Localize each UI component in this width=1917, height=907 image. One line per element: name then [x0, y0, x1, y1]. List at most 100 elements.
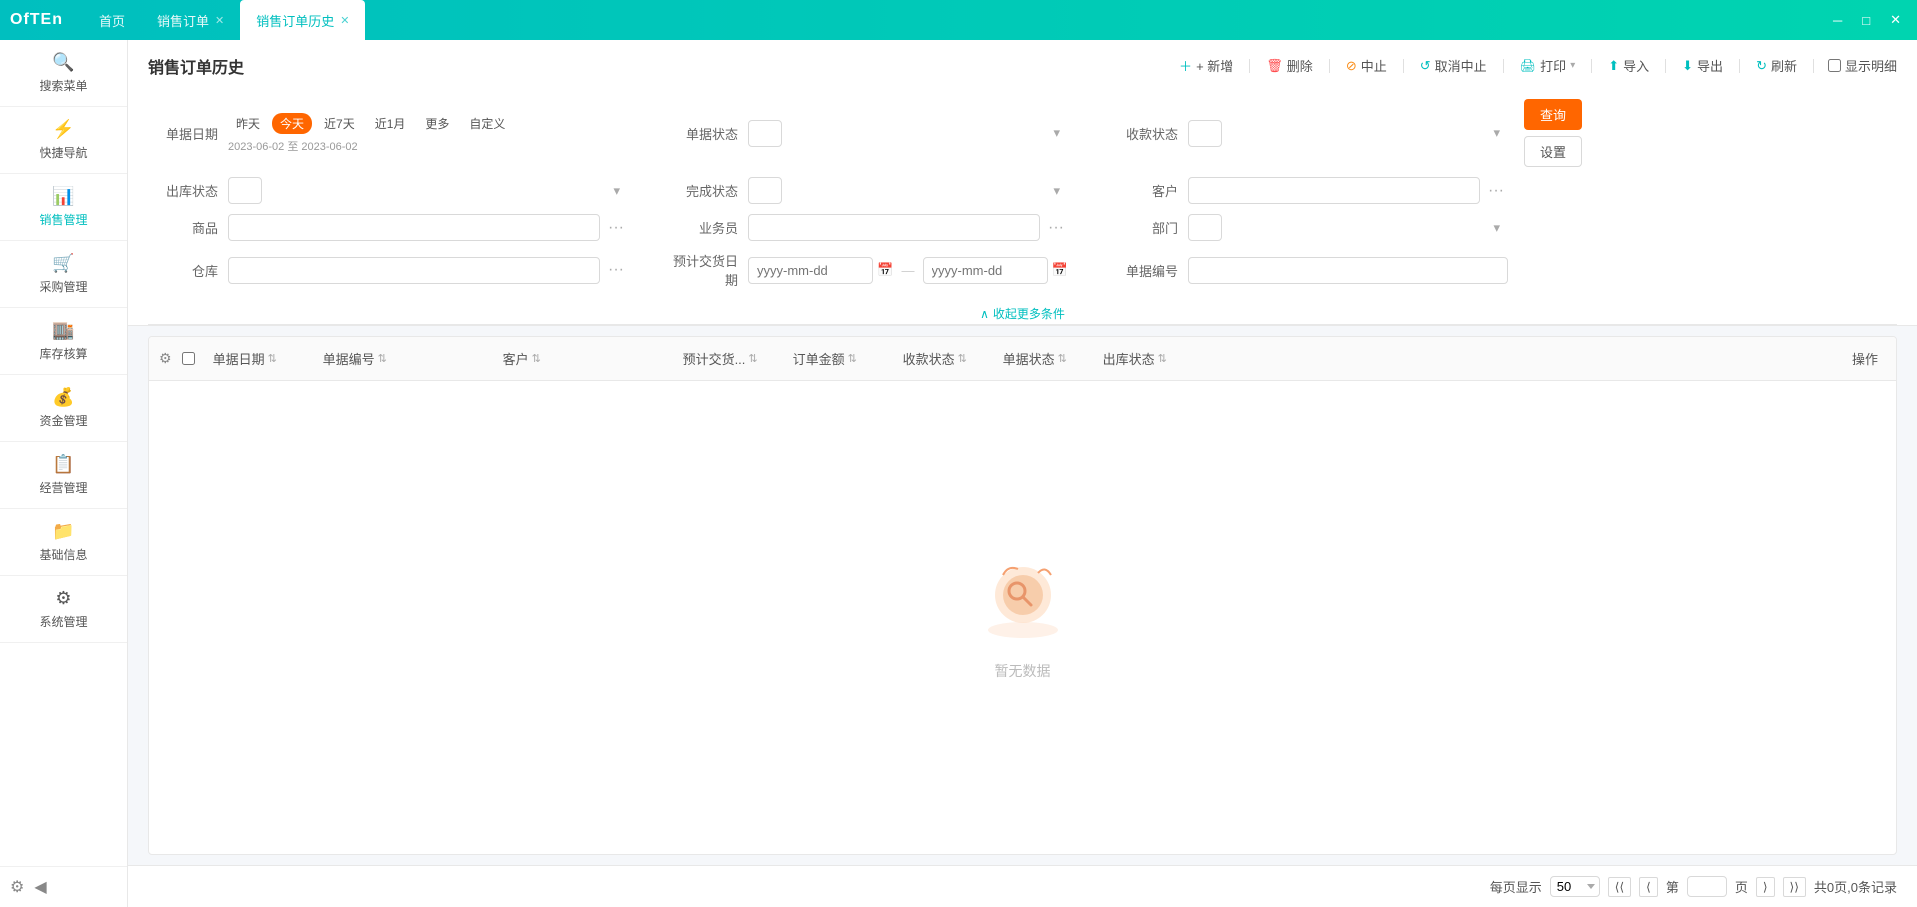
- sidebar-item-sys-mgmt[interactable]: ⚙系统管理: [0, 576, 127, 643]
- col-warehouse-status[interactable]: 出库状态 ⇅: [1095, 349, 1195, 368]
- table-settings-icon[interactable]: ⚙: [159, 350, 172, 367]
- next-page-btn[interactable]: ⟩: [1756, 877, 1775, 897]
- refresh-button[interactable]: ↻ 刷新: [1754, 52, 1799, 79]
- per-page-select[interactable]: 50 20 100: [1550, 876, 1600, 897]
- top-tab-销售订单[interactable]: 销售订单 ✕: [141, 0, 240, 40]
- sidebar-item-inventory[interactable]: 🏬库存核算: [0, 308, 127, 375]
- last-page-btn[interactable]: ⟩⟩: [1783, 877, 1806, 897]
- col-order-no[interactable]: 单据编号 ⇅: [315, 349, 495, 368]
- sales-person-input[interactable]: [748, 214, 1040, 241]
- date-btn-yesterday[interactable]: 昨天: [228, 113, 268, 134]
- sidebar-label-quick-nav: 快捷导航: [39, 144, 87, 161]
- top-tab-销售订单历史[interactable]: 销售订单历史 ✕: [240, 0, 365, 40]
- collapse-bar[interactable]: ∧ 收起更多条件: [148, 299, 1897, 324]
- customer-more-icon[interactable]: ···: [1484, 182, 1508, 200]
- page-unit-label: 页: [1735, 877, 1748, 896]
- show-detail-checkbox[interactable]: 显示明细: [1828, 56, 1897, 75]
- page-number-input[interactable]: 1: [1687, 876, 1727, 897]
- settings-button[interactable]: 设置: [1524, 136, 1582, 167]
- sidebar-item-sales-mgmt[interactable]: 📊销售管理: [0, 174, 127, 241]
- pagination: 每页显示 50 20 100 ⟨⟨ ⟨ 第 1 页 ⟩ ⟩⟩ 共0页,0条记录: [128, 865, 1917, 907]
- date-label: 单据日期: [148, 124, 228, 143]
- warehouse-input[interactable]: [228, 257, 600, 284]
- sidebar-icon-finance: 💰: [52, 387, 74, 408]
- sort-amount-icon: ⇅: [848, 352, 857, 365]
- bill-no-input[interactable]: [1188, 257, 1508, 284]
- date-btn-more[interactable]: 更多: [417, 113, 457, 134]
- top-tab-首页[interactable]: 首页: [83, 0, 141, 40]
- delivery-date-end[interactable]: [923, 257, 1048, 284]
- col-delivery[interactable]: 预计交货... ⇅: [675, 349, 785, 368]
- sidebar-item-search-menu[interactable]: 🔍搜索菜单: [0, 40, 127, 107]
- sort-receipt-icon: ⇅: [958, 352, 967, 365]
- sidebar-settings-icon[interactable]: ⚙: [10, 877, 24, 897]
- table-section: ⚙ 单据日期 ⇅ 单据编号 ⇅ 客户 ⇅ 预计交货... ⇅: [148, 336, 1897, 855]
- query-button[interactable]: 查询: [1524, 99, 1582, 130]
- collapse-chevron-icon: ∧: [980, 307, 989, 321]
- goods-more-icon[interactable]: ···: [604, 219, 628, 237]
- date-btn-7days[interactable]: 近7天: [316, 113, 363, 134]
- col-bill-status[interactable]: 单据状态 ⇅: [995, 349, 1095, 368]
- sales-person-more-icon[interactable]: ···: [1044, 219, 1068, 237]
- sidebar-item-basic-info[interactable]: 📁基础信息: [0, 509, 127, 576]
- close-window-icon[interactable]: ✕: [1884, 12, 1907, 28]
- sidebar-item-purchase-mgmt[interactable]: 🛒采购管理: [0, 241, 127, 308]
- stop-icon: ⊘: [1346, 58, 1357, 74]
- print-button[interactable]: 🖨 打印 ▾: [1518, 52, 1578, 79]
- prev-page-btn[interactable]: ⟨: [1639, 877, 1658, 897]
- cancel-stop-button[interactable]: ↺ 取消中止: [1418, 52, 1489, 79]
- col-date[interactable]: 单据日期 ⇅: [205, 349, 315, 368]
- customer-input[interactable]: [1188, 177, 1480, 204]
- per-page-label: 每页显示: [1490, 877, 1542, 896]
- stop-button[interactable]: ⊘ 中止: [1344, 52, 1389, 79]
- page-title-bar: 销售订单历史 ＋ + 新增 🗑 删除 ⊘ 中止: [148, 52, 1897, 89]
- delete-button[interactable]: 🗑 删除: [1264, 52, 1315, 79]
- delivery-date-start-icon[interactable]: 📅: [877, 262, 893, 278]
- goods-label: 商品: [148, 218, 228, 237]
- import-button[interactable]: ⬆ 导入: [1606, 52, 1651, 79]
- sidebar-collapse-icon[interactable]: ◀: [34, 877, 46, 897]
- completion-status-select[interactable]: [748, 177, 782, 204]
- filter-section: 单据日期 昨天 今天 近7天 近1月 更多 自定义 2023-06-02 至 2…: [148, 89, 1897, 325]
- sort-warehouse-icon: ⇅: [1158, 352, 1167, 365]
- date-btn-today[interactable]: 今天: [272, 113, 312, 134]
- export-icon: ⬇: [1682, 58, 1693, 74]
- page-header: 销售订单历史 ＋ + 新增 🗑 删除 ⊘ 中止: [128, 40, 1917, 326]
- bill-status-select[interactable]: [748, 120, 782, 147]
- delivery-date-start[interactable]: [748, 257, 873, 284]
- first-page-btn[interactable]: ⟨⟨: [1608, 877, 1631, 897]
- page-title: 销售订单历史: [148, 54, 244, 78]
- divider2: [1329, 59, 1330, 73]
- max-icon[interactable]: □: [1856, 13, 1876, 28]
- bill-no-label: 单据编号: [1108, 261, 1188, 280]
- col-receipt[interactable]: 收款状态 ⇅: [895, 349, 995, 368]
- top-bar-right: ─ □ ✕: [1827, 12, 1907, 28]
- sidebar-icon-inventory: 🏬: [52, 320, 74, 341]
- sidebar-item-quick-nav[interactable]: ⚡快捷导航: [0, 107, 127, 174]
- sidebar-item-finance[interactable]: 💰资金管理: [0, 375, 127, 442]
- table-select-all[interactable]: [182, 352, 195, 365]
- sidebar-item-ops-mgmt[interactable]: 📋经营管理: [0, 442, 127, 509]
- completion-status-label: 完成状态: [668, 181, 748, 200]
- add-button[interactable]: ＋ + 新增: [1177, 52, 1235, 79]
- close-tab-icon[interactable]: ✕: [215, 14, 224, 27]
- divider5: [1591, 59, 1592, 73]
- col-customer[interactable]: 客户 ⇅: [495, 349, 675, 368]
- warehouse-more-icon[interactable]: ···: [604, 261, 628, 279]
- goods-input[interactable]: [228, 214, 600, 241]
- receipt-status-select[interactable]: [1188, 120, 1222, 147]
- date-btn-1month[interactable]: 近1月: [367, 113, 414, 134]
- cancel-stop-icon: ↺: [1420, 58, 1431, 74]
- close-tab-icon[interactable]: ✕: [340, 14, 349, 27]
- warehouse-status-select[interactable]: [228, 177, 262, 204]
- col-amount[interactable]: 订单金额 ⇅: [785, 349, 895, 368]
- delivery-date-end-icon[interactable]: 📅: [1052, 262, 1068, 278]
- empty-state: 暂无数据: [149, 381, 1896, 854]
- export-button[interactable]: ⬇ 导出: [1680, 52, 1725, 79]
- date-btn-custom[interactable]: 自定义: [461, 113, 513, 134]
- show-detail-input[interactable]: [1828, 59, 1841, 72]
- sidebar-label-search-menu: 搜索菜单: [39, 77, 87, 94]
- dept-select[interactable]: [1188, 214, 1222, 241]
- min-icon[interactable]: ─: [1827, 13, 1848, 28]
- sales-person-label: 业务员: [668, 218, 748, 237]
